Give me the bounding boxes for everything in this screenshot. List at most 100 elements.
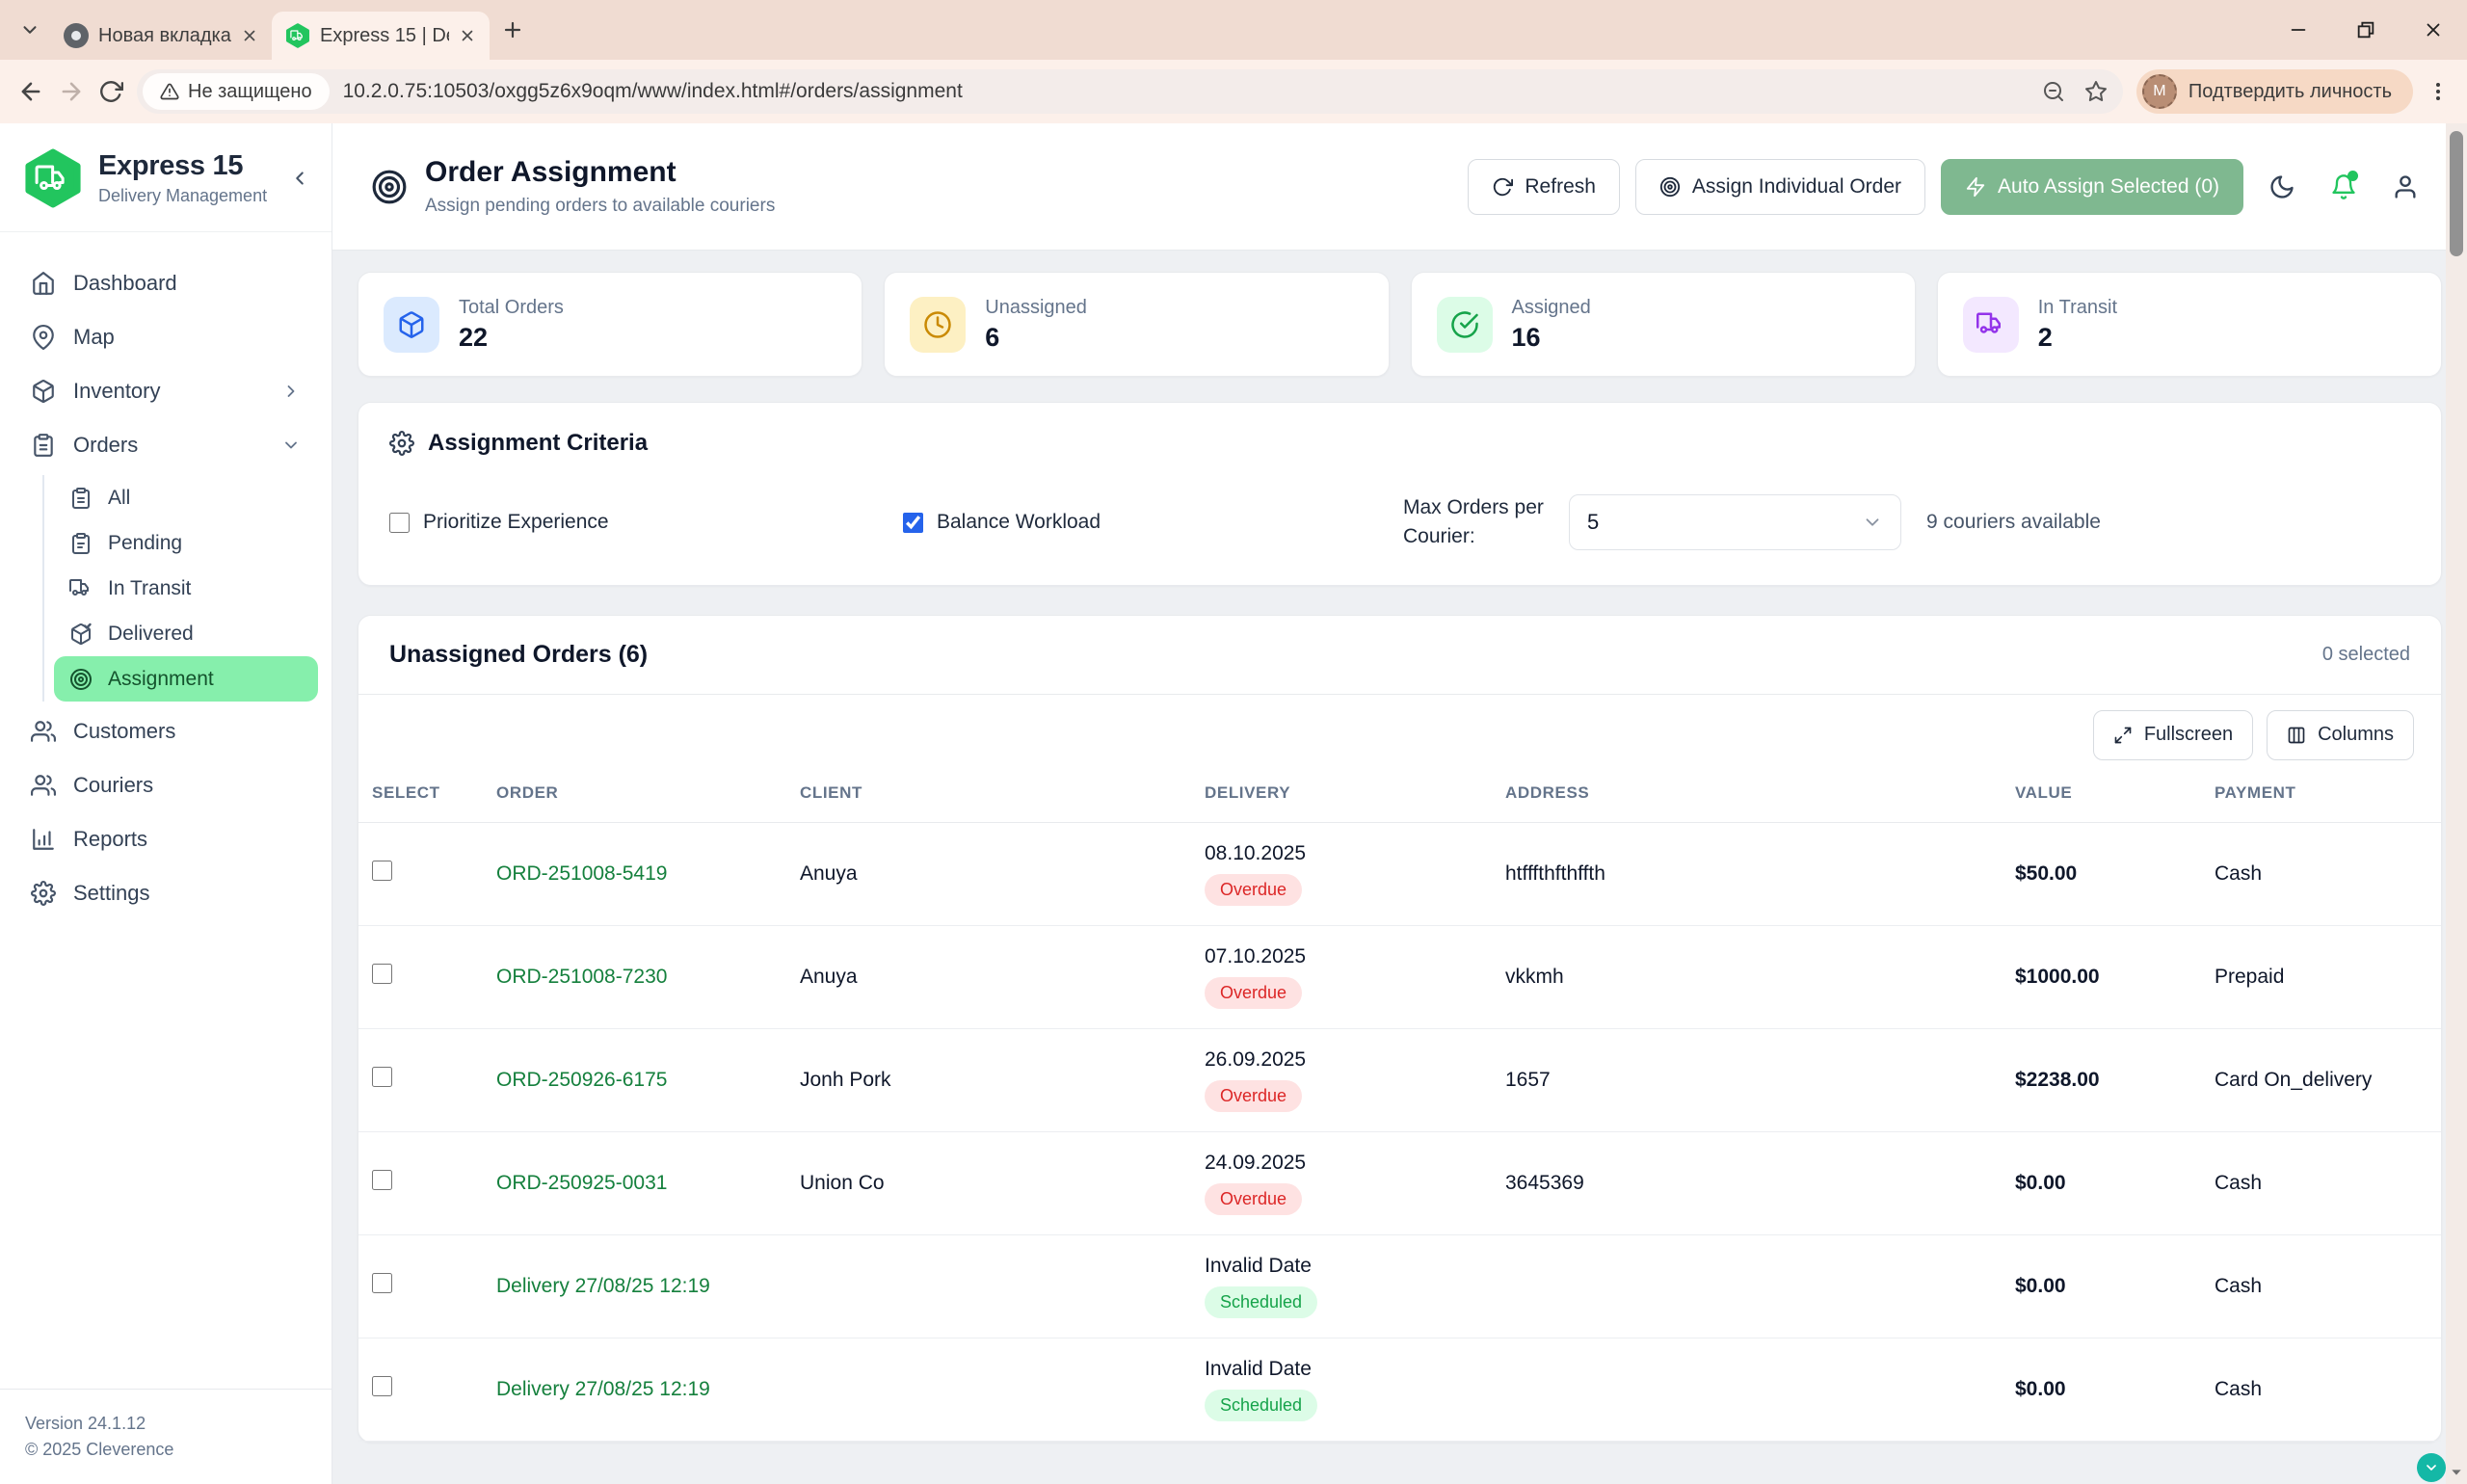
table-row: ORD-251008-7230 Anuya 07.10.2025 Overdue… bbox=[358, 925, 2441, 1029]
order-cell: Delivery 27/08/25 12:19 bbox=[483, 1234, 786, 1338]
url-text[interactable]: 10.2.0.75:10503/oxgg5z6x9oqm/www/index.h… bbox=[343, 80, 2023, 103]
address-cell: 1657 bbox=[1492, 1028, 2002, 1132]
column-header-payment[interactable]: Payment bbox=[2201, 773, 2441, 823]
stat-card-total-orders: Total Orders 22 bbox=[358, 272, 863, 377]
sidebar-item-orders-delivered[interactable]: Delivered bbox=[54, 611, 318, 656]
column-header-value[interactable]: Value bbox=[2002, 773, 2201, 823]
assign-individual-order-button[interactable]: Assign Individual Order bbox=[1634, 158, 1926, 215]
row-checkbox[interactable] bbox=[372, 1170, 392, 1191]
zoom-out-icon[interactable] bbox=[2042, 80, 2065, 103]
browser-tab-bar: Новая вкладка Express 15 | Delivery Mana… bbox=[0, 0, 2467, 60]
express-logo-icon bbox=[285, 23, 310, 48]
reload-button[interactable] bbox=[98, 79, 123, 104]
prioritize-experience-option[interactable]: Prioritize Experience bbox=[389, 511, 903, 534]
target-icon bbox=[1659, 176, 1681, 197]
truck-icon bbox=[1962, 296, 2019, 353]
stat-value: 2 bbox=[2037, 322, 2053, 352]
sidebar-item-orders-in-transit[interactable]: In Transit bbox=[54, 566, 318, 611]
window-controls bbox=[2265, 0, 2467, 60]
notifications-button[interactable] bbox=[2321, 164, 2367, 210]
app-version: Version 24.1.12 bbox=[25, 1414, 146, 1433]
sidebar-collapse-icon[interactable] bbox=[289, 168, 310, 189]
scroll-to-bottom-button[interactable] bbox=[2417, 1453, 2446, 1482]
tab-search-icon[interactable] bbox=[19, 19, 40, 40]
sidebar-item-orders-all[interactable]: All bbox=[54, 475, 318, 520]
row-checkbox[interactable] bbox=[372, 1067, 392, 1088]
order-link[interactable]: Delivery 27/08/25 12:19 bbox=[496, 1378, 710, 1400]
row-checkbox[interactable] bbox=[372, 964, 392, 985]
clipboard-icon bbox=[31, 433, 56, 458]
address-cell: htfffthfthffth bbox=[1492, 822, 2002, 926]
row-checkbox[interactable] bbox=[372, 1376, 392, 1397]
fullscreen-button[interactable]: Fullscreen bbox=[2092, 709, 2254, 760]
column-header-order[interactable]: Order bbox=[483, 773, 786, 823]
delivery-status-badge: Overdue bbox=[1205, 873, 1303, 906]
select-cell bbox=[358, 925, 483, 1029]
max-orders-select[interactable]: 5 bbox=[1569, 494, 1901, 551]
scrollbar-thumb[interactable] bbox=[2450, 131, 2463, 256]
page-scrollbar[interactable] bbox=[2446, 123, 2467, 1484]
stat-card-in-transit: In Transit 2 bbox=[1936, 272, 2442, 377]
client-cell: Anuya bbox=[786, 822, 1191, 926]
browser-menu-icon[interactable] bbox=[2427, 80, 2450, 103]
delivery-cell: Invalid Date Scheduled bbox=[1191, 1234, 1492, 1338]
site-security-chip[interactable]: Не защищено bbox=[143, 73, 330, 110]
row-checkbox[interactable] bbox=[372, 861, 392, 882]
tab-close-icon[interactable] bbox=[459, 27, 476, 44]
browser-tab-newtab[interactable]: Новая вкладка bbox=[50, 12, 272, 60]
auto-assign-selected-button[interactable]: Auto Assign Selected (0) bbox=[1941, 158, 2243, 215]
prioritize-experience-checkbox[interactable] bbox=[389, 512, 410, 533]
app-subtitle: Delivery Management bbox=[98, 186, 268, 205]
url-bar[interactable]: Не защищено 10.2.0.75:10503/oxgg5z6x9oqm… bbox=[137, 69, 2123, 114]
value-cell: $50.00 bbox=[2002, 822, 2201, 926]
window-minimize-button[interactable] bbox=[2265, 0, 2332, 60]
order-link[interactable]: ORD-250926-6175 bbox=[496, 1069, 667, 1091]
column-header-address[interactable]: Address bbox=[1492, 773, 2002, 823]
profile-button[interactable] bbox=[2382, 164, 2428, 210]
scrollbar-down-arrow[interactable] bbox=[2449, 1465, 2464, 1480]
refresh-button[interactable]: Refresh bbox=[1468, 158, 1620, 215]
address-cell bbox=[1492, 1338, 2002, 1442]
tab-close-icon[interactable] bbox=[241, 27, 258, 44]
sidebar-item-inventory[interactable]: Inventory bbox=[13, 367, 318, 415]
column-header-select[interactable]: Select bbox=[358, 773, 483, 823]
order-link[interactable]: ORD-251008-5419 bbox=[496, 862, 667, 885]
sidebar-item-reports[interactable]: Reports bbox=[13, 815, 318, 863]
balance-workload-option[interactable]: Balance Workload bbox=[903, 511, 1403, 534]
sidebar-item-map[interactable]: Map bbox=[13, 313, 318, 361]
bookmark-star-icon[interactable] bbox=[2084, 80, 2108, 103]
order-link[interactable]: Delivery 27/08/25 12:19 bbox=[496, 1275, 710, 1297]
balance-workload-checkbox[interactable] bbox=[903, 512, 923, 533]
window-restore-button[interactable] bbox=[2332, 0, 2400, 60]
forward-button[interactable] bbox=[58, 78, 85, 105]
columns-button[interactable]: Columns bbox=[2267, 709, 2414, 760]
sidebar-item-dashboard[interactable]: Dashboard bbox=[13, 259, 318, 307]
sidebar-item-orders-assignment[interactable]: Assignment bbox=[54, 656, 318, 702]
value-cell: $0.00 bbox=[2002, 1338, 2201, 1442]
sidebar-item-settings[interactable]: Settings bbox=[13, 869, 318, 917]
truck-icon bbox=[69, 577, 93, 600]
delivery-status-badge: Scheduled bbox=[1205, 1285, 1318, 1318]
sidebar-item-orders-pending[interactable]: Pending bbox=[54, 520, 318, 566]
order-cell: Delivery 27/08/25 12:19 bbox=[483, 1338, 786, 1442]
sidebar-item-orders[interactable]: Orders bbox=[13, 421, 318, 469]
browser-tab-express[interactable]: Express 15 | Delivery Manageme bbox=[272, 12, 490, 60]
order-link[interactable]: ORD-250925-0031 bbox=[496, 1172, 667, 1194]
sidebar-item-customers[interactable]: Customers bbox=[13, 707, 318, 755]
dark-mode-toggle[interactable] bbox=[2259, 164, 2305, 210]
sidebar-item-couriers[interactable]: Couriers bbox=[13, 761, 318, 809]
client-cell: Jonh Pork bbox=[786, 1028, 1191, 1132]
window-close-button[interactable] bbox=[2400, 0, 2467, 60]
row-checkbox[interactable] bbox=[372, 1273, 392, 1294]
notification-dot bbox=[2348, 170, 2358, 181]
confirm-identity-button[interactable]: M Подтвердить личность bbox=[2135, 69, 2413, 114]
column-header-client[interactable]: Client bbox=[786, 773, 1191, 823]
column-header-delivery[interactable]: Delivery bbox=[1191, 773, 1492, 823]
fullscreen-icon bbox=[2114, 727, 2132, 744]
table-row: ORD-250925-0031 Union Co 24.09.2025 Over… bbox=[358, 1131, 2441, 1235]
clipboard-icon bbox=[69, 487, 93, 510]
order-link[interactable]: ORD-251008-7230 bbox=[496, 966, 667, 988]
new-tab-button[interactable] bbox=[501, 18, 524, 41]
back-button[interactable] bbox=[17, 78, 44, 105]
delivery-date: 24.09.2025 bbox=[1205, 1151, 1307, 1174]
